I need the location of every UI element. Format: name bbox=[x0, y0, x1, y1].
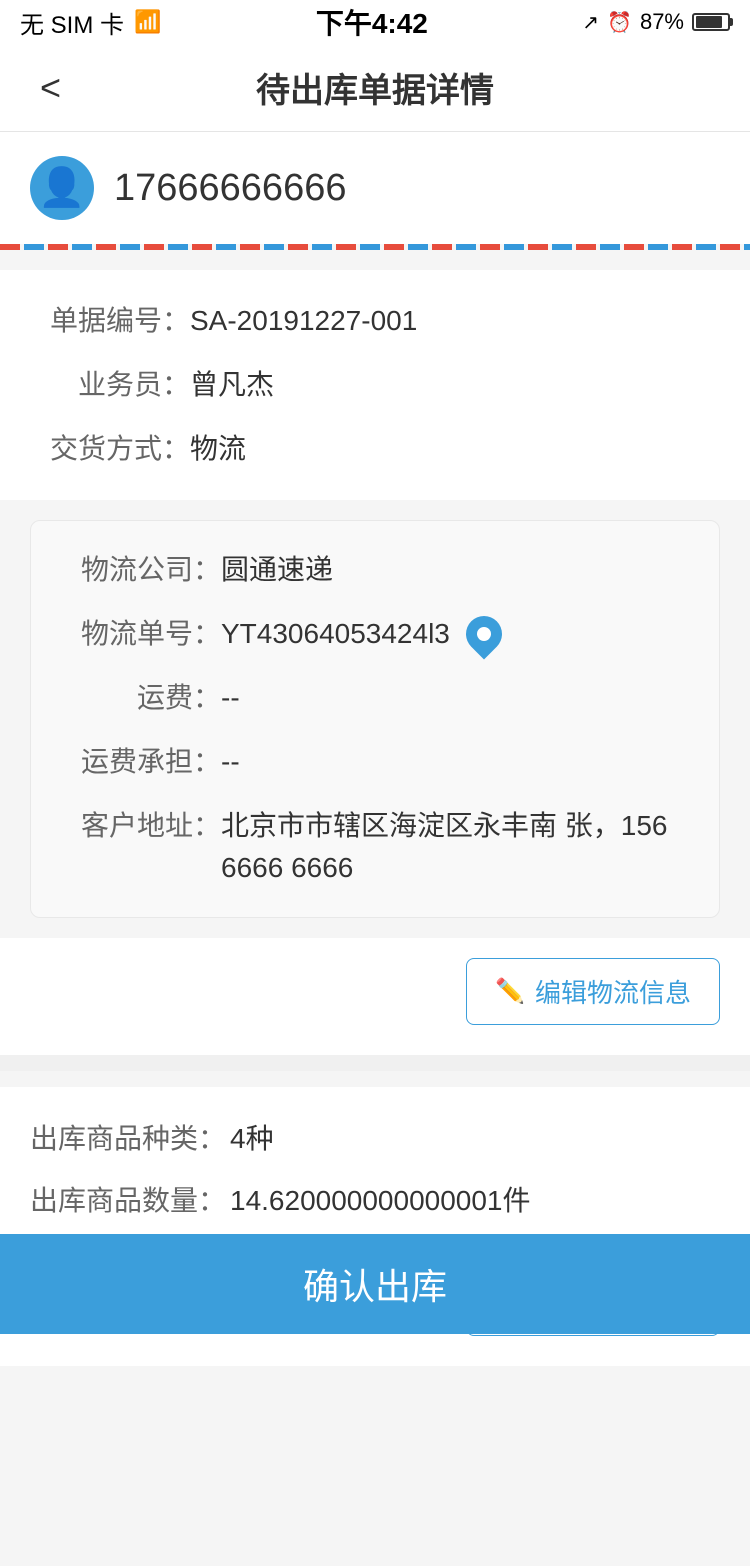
wifi-icon: 📶 bbox=[134, 9, 161, 35]
battery-fill bbox=[696, 16, 722, 28]
tracking-container: YT43064053424l3 bbox=[221, 613, 502, 655]
product-type-row: 出库商品种类： 4种 bbox=[30, 1117, 720, 1157]
dashed-divider bbox=[0, 244, 750, 250]
edit-btn-label: 编辑物流信息 bbox=[535, 973, 691, 1010]
doc-number-value: SA-20191227-001 bbox=[190, 300, 720, 342]
logistics-company-value: 圆通速递 bbox=[221, 549, 689, 591]
tracking-row: 物流单号： YT43064053424l3 bbox=[61, 613, 689, 655]
status-bar: 无 SIM 卡 📶 下午4:42 ↗ ⏰ 87% bbox=[0, 0, 750, 44]
avatar: 👤 bbox=[30, 156, 94, 220]
status-time: 下午4:42 bbox=[316, 2, 428, 42]
product-quantity-value: 14.620000000000001件 bbox=[230, 1179, 531, 1219]
status-right: ↗ ⏰ 87% bbox=[582, 9, 730, 35]
agent-label: 业务员： bbox=[30, 364, 190, 406]
carrier-text: 无 SIM 卡 bbox=[20, 5, 124, 40]
address-value: 北京市市辖区海淀区永丰南 张，156 6666 6666 bbox=[221, 805, 689, 889]
agent-value: 曾凡杰 bbox=[190, 364, 720, 406]
gps-icon: ↗ bbox=[582, 10, 599, 35]
status-left: 无 SIM 卡 📶 bbox=[20, 5, 161, 40]
customer-section: 👤 17666666666 bbox=[0, 132, 750, 244]
person-icon: 👤 bbox=[38, 166, 85, 210]
alarm-icon: ⏰ bbox=[607, 10, 632, 35]
delivery-row: 交货方式： 物流 bbox=[30, 428, 720, 470]
nav-bar: < 待出库单据详情 bbox=[0, 44, 750, 132]
logistics-company-row: 物流公司： 圆通速递 bbox=[61, 549, 689, 591]
edit-btn-container: ✏️ 编辑物流信息 bbox=[0, 938, 750, 1055]
product-section: 出库商品种类： 4种 出库商品数量： 14.620000000000001件 bbox=[0, 1087, 750, 1249]
battery-indicator bbox=[692, 13, 730, 31]
page-title: 待出库单据详情 bbox=[256, 63, 494, 112]
freight-value: -- bbox=[221, 677, 689, 719]
logistics-card: 物流公司： 圆通速递 物流单号： YT43064053424l3 运费： -- … bbox=[30, 520, 720, 918]
address-row: 客户地址： 北京市市辖区海淀区永丰南 张，156 6666 6666 bbox=[61, 805, 689, 889]
tracking-label: 物流单号： bbox=[61, 613, 221, 655]
confirm-button[interactable]: 确认出库 bbox=[0, 1234, 750, 1334]
doc-number-label: 单据编号： bbox=[30, 300, 190, 342]
section-divider bbox=[0, 1055, 750, 1071]
freight-bearer-value: -- bbox=[221, 741, 689, 783]
doc-number-row: 单据编号： SA-20191227-001 bbox=[30, 300, 720, 342]
freight-label: 运费： bbox=[61, 677, 221, 719]
customer-phone: 17666666666 bbox=[114, 167, 346, 210]
address-label: 客户地址： bbox=[61, 805, 221, 847]
delivery-value: 物流 bbox=[190, 428, 720, 470]
product-type-label: 出库商品种类： bbox=[30, 1117, 230, 1157]
product-type-value: 4种 bbox=[230, 1117, 274, 1157]
logistics-company-label: 物流公司： bbox=[61, 549, 221, 591]
freight-bearer-label: 运费承担： bbox=[61, 741, 221, 783]
product-quantity-row: 出库商品数量： 14.620000000000001件 bbox=[30, 1179, 720, 1219]
location-pin-icon[interactable] bbox=[458, 609, 509, 660]
product-quantity-label: 出库商品数量： bbox=[30, 1179, 230, 1219]
agent-row: 业务员： 曾凡杰 bbox=[30, 364, 720, 406]
edit-icon: ✏️ bbox=[495, 977, 525, 1006]
freight-bearer-row: 运费承担： -- bbox=[61, 741, 689, 783]
delivery-label: 交货方式： bbox=[30, 428, 190, 470]
freight-row: 运费： -- bbox=[61, 677, 689, 719]
battery-tip bbox=[730, 18, 733, 26]
order-info-section: 单据编号： SA-20191227-001 业务员： 曾凡杰 交货方式： 物流 bbox=[0, 270, 750, 500]
edit-logistics-button[interactable]: ✏️ 编辑物流信息 bbox=[466, 958, 720, 1025]
tracking-number: YT43064053424l3 bbox=[221, 613, 450, 655]
back-button[interactable]: < bbox=[30, 57, 71, 119]
bottom-spacer bbox=[0, 1366, 750, 1566]
battery-percent: 87% bbox=[640, 9, 684, 35]
